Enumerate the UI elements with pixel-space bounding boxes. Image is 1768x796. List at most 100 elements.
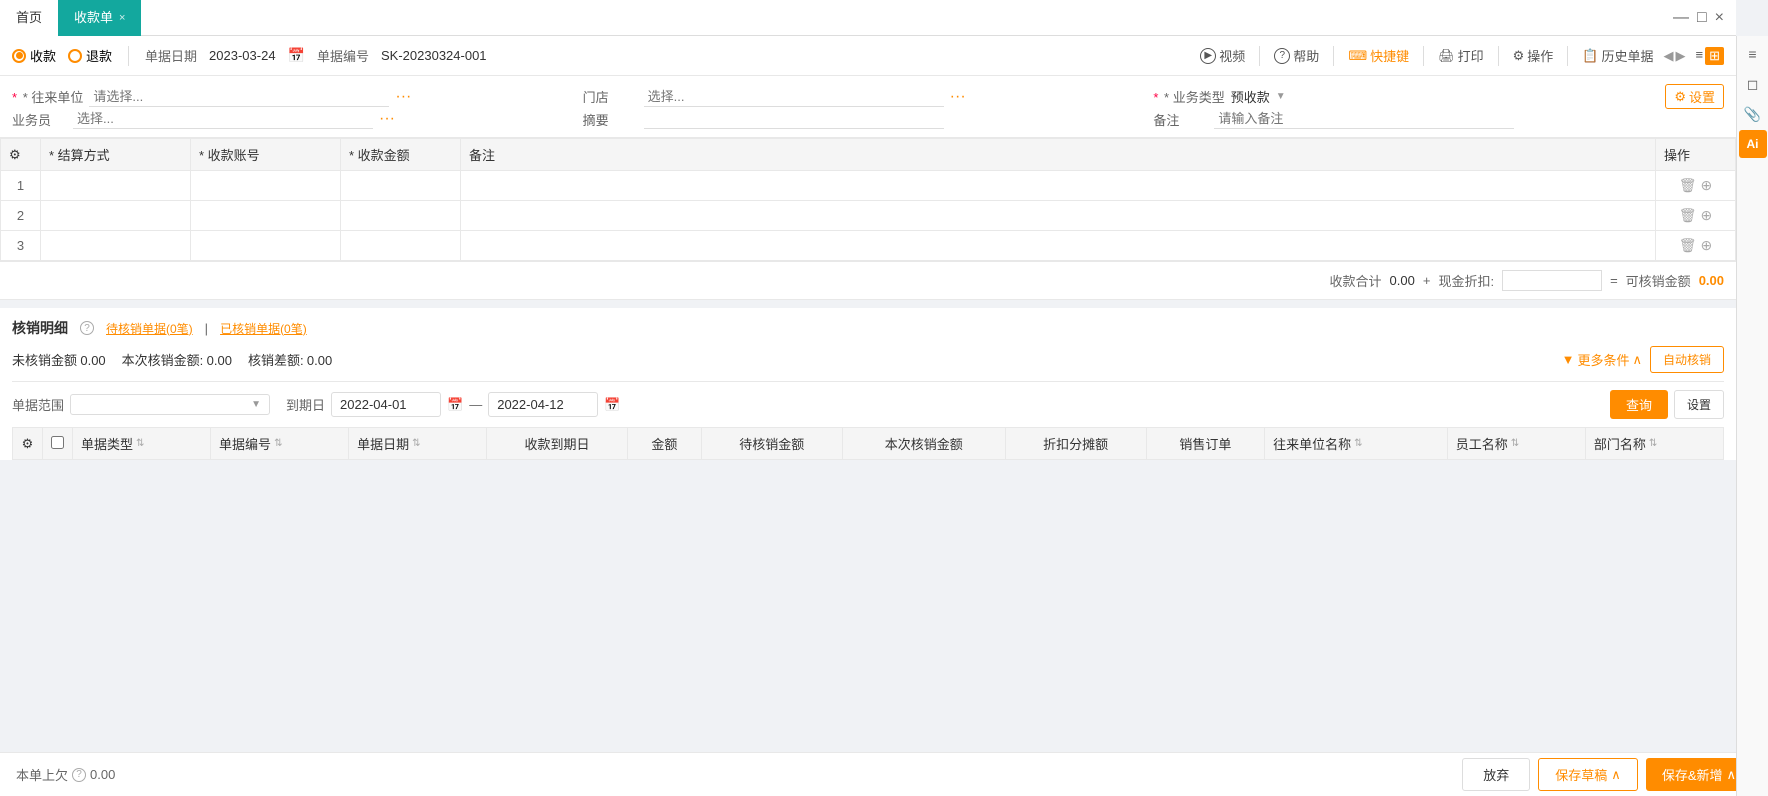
abandon-button[interactable]: 放弃 xyxy=(1462,758,1530,791)
row-3-delete-icon[interactable]: 🗑 xyxy=(1679,237,1697,254)
help-icon: ? xyxy=(1274,48,1290,64)
net-value: 0.00 xyxy=(1699,273,1724,288)
sidebar-window-icon[interactable]: ◻ xyxy=(1739,70,1767,98)
store-ellipsis[interactable]: ··· xyxy=(950,89,966,105)
grid-view-icon[interactable]: ⊞ xyxy=(1705,47,1724,65)
row-2-delete-icon[interactable]: 🗑 xyxy=(1679,207,1697,224)
range-dropdown-icon: ▼ xyxy=(251,399,261,410)
row-1-amount[interactable] xyxy=(341,171,461,201)
row-2-amount[interactable] xyxy=(341,201,461,231)
radio-shoukuan[interactable]: 收款 xyxy=(12,46,56,65)
verify-title: 核销明细 xyxy=(12,318,68,338)
select-all-checkbox[interactable] xyxy=(51,436,64,449)
auto-verify-button[interactable]: 自动核销 xyxy=(1650,346,1724,373)
biz-type-value: 预收款 xyxy=(1231,87,1270,106)
list-view-icon[interactable]: ≡ xyxy=(1696,47,1704,65)
form-row-2: 业务员 ··· 摘要 备注 xyxy=(12,109,1724,129)
video-btn[interactable]: ▶ 视频 xyxy=(1200,46,1245,65)
row-2-settlement[interactable] xyxy=(41,201,191,231)
operation-btn[interactable]: ⚙ 操作 xyxy=(1513,46,1554,65)
query-button[interactable]: 查询 xyxy=(1610,390,1668,419)
row-1-settlement[interactable] xyxy=(41,171,191,201)
calendar-end-icon[interactable]: 📅 xyxy=(604,397,620,413)
tab-home[interactable]: 首页 xyxy=(0,0,58,36)
date-start-input[interactable] xyxy=(331,392,441,417)
row-1-note[interactable] xyxy=(461,171,1656,201)
range-select[interactable]: ▼ xyxy=(70,394,270,415)
shortcut-btn[interactable]: ⌨ 快捷键 xyxy=(1348,46,1409,65)
verify-info-icon[interactable]: ? xyxy=(80,321,94,335)
filter-settings-button[interactable]: 设置 xyxy=(1674,390,1724,419)
more-conditions-btn[interactable]: ▼ 更多条件 ∧ xyxy=(1562,350,1642,369)
row-1-delete-icon[interactable]: 🗑 xyxy=(1679,177,1697,194)
staff-ellipsis[interactable]: ··· xyxy=(379,111,395,127)
date-label: 到期日 xyxy=(286,395,325,414)
row-2-note[interactable] xyxy=(461,201,1656,231)
radio-tuikuan[interactable]: 退款 xyxy=(68,46,112,65)
tab-close-icon[interactable]: × xyxy=(119,0,125,36)
calendar-start-icon[interactable]: 📅 xyxy=(447,397,463,413)
row-3-settlement[interactable] xyxy=(41,231,191,261)
divider1 xyxy=(128,46,129,66)
print-btn[interactable]: 🖨 打印 xyxy=(1438,46,1484,65)
row-1-copy-icon[interactable]: ⊕ xyxy=(1701,177,1713,194)
row-1-account[interactable] xyxy=(191,171,341,201)
net-label: 可核销金额 xyxy=(1626,271,1691,290)
row-3-account[interactable] xyxy=(191,231,341,261)
tab-current[interactable]: 收款单 × xyxy=(58,0,141,36)
row-3-copy-icon[interactable]: ⊕ xyxy=(1701,237,1713,254)
tab-done[interactable]: 已核销单据(0笔) xyxy=(220,320,307,337)
maximize-button[interactable]: □ xyxy=(1697,9,1707,27)
sidebar-ai-icon[interactable]: Ai xyxy=(1739,130,1767,158)
col-checkbox-header[interactable] xyxy=(43,428,73,460)
info-icon[interactable]: ? xyxy=(72,768,86,782)
nav-right-icon[interactable]: ▶ xyxy=(1676,48,1686,64)
table-section: ⚙ * 结算方式 * 收款账号 * 收款金额 备注 操作 xyxy=(0,138,1736,261)
col-settings-header[interactable]: ⚙ xyxy=(1,139,41,171)
row-3-num: 3 xyxy=(1,231,41,261)
row-2-account[interactable] xyxy=(191,201,341,231)
partner-input[interactable] xyxy=(89,87,389,107)
sort-partner-icon[interactable]: ⇅ xyxy=(1354,438,1362,449)
discount-input[interactable] xyxy=(1502,270,1602,291)
chevron-up-icon: ∧ xyxy=(1632,352,1642,368)
summary-input[interactable] xyxy=(644,109,944,129)
save-draft-button[interactable]: 保存草稿 ∧ xyxy=(1538,758,1638,791)
settings-button[interactable]: ⚙ 设置 xyxy=(1665,84,1724,109)
print-icon: 🖨 xyxy=(1438,48,1455,64)
tab-pending[interactable]: 待核销单据(0笔) xyxy=(106,320,193,337)
store-input[interactable] xyxy=(644,87,944,107)
note-input[interactable] xyxy=(1214,109,1514,129)
date-icon[interactable]: 📅 xyxy=(288,47,305,64)
data-table: ⚙ * 结算方式 * 收款账号 * 收款金额 备注 操作 xyxy=(0,138,1736,261)
staff-input[interactable] xyxy=(73,109,373,129)
biz-type-dropdown-icon[interactable]: ▼ xyxy=(1276,91,1286,102)
nav-left-icon[interactable]: ◀ xyxy=(1664,48,1674,64)
total-value: 0.00 xyxy=(1390,273,1415,288)
verify-header: 核销明细 ? 待核销单据(0笔) | 已核销单据(0笔) xyxy=(12,318,1724,338)
history-btn[interactable]: 📋 历史单据 xyxy=(1582,46,1653,65)
row-3-note[interactable] xyxy=(461,231,1656,261)
sidebar-table-icon[interactable]: ≡ xyxy=(1739,40,1767,68)
tab-bar: 首页 收款单 × — □ × xyxy=(0,0,1736,36)
sort-store-icon[interactable]: ⇅ xyxy=(1649,438,1657,449)
sidebar-attachment-icon[interactable]: 📎 xyxy=(1739,100,1767,128)
date-end-input[interactable] xyxy=(488,392,598,417)
sort-staff-icon[interactable]: ⇅ xyxy=(1511,438,1519,449)
partner-ellipsis[interactable]: ··· xyxy=(395,89,411,105)
video-icon: ▶ xyxy=(1200,48,1216,64)
col-discount-header: 折扣分摊额 xyxy=(1005,428,1146,460)
table-row: 2 🗑 ⊕ xyxy=(1,201,1736,231)
col-amount-header: * 收款金额 xyxy=(341,139,461,171)
minimize-button[interactable]: — xyxy=(1673,9,1689,27)
col-settings-bottom[interactable]: ⚙ xyxy=(13,428,43,460)
sort-type-icon[interactable]: ⇅ xyxy=(136,438,144,449)
col-staff-header: 员工名称 ⇅ xyxy=(1447,428,1585,460)
row-2-copy-icon[interactable]: ⊕ xyxy=(1701,207,1713,224)
close-button[interactable]: × xyxy=(1715,9,1724,27)
verify-section: 核销明细 ? 待核销单据(0笔) | 已核销单据(0笔) 未核销金额 0.00 … xyxy=(0,308,1736,460)
sort-date-icon[interactable]: ⇅ xyxy=(412,438,420,449)
row-3-amount[interactable] xyxy=(341,231,461,261)
sort-number-icon[interactable]: ⇅ xyxy=(274,438,282,449)
help-btn[interactable]: ? 帮助 xyxy=(1274,46,1319,65)
